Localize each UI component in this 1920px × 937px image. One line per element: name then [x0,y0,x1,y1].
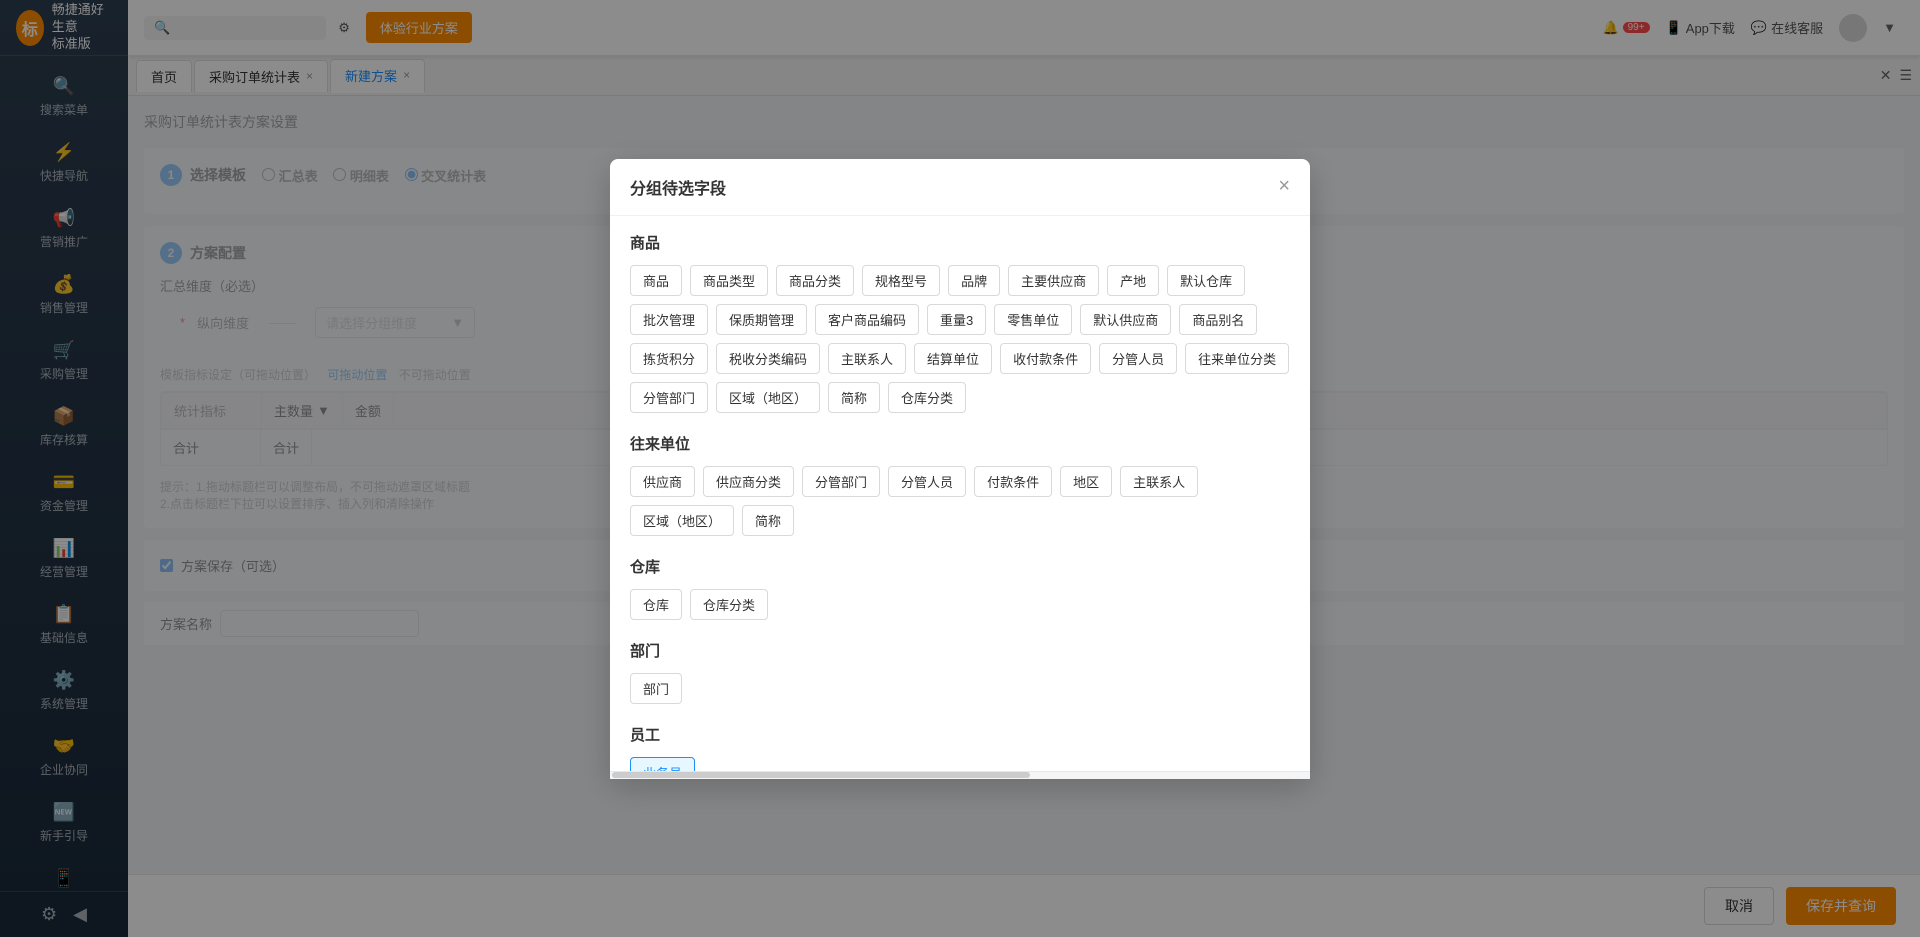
chip-batch-management[interactable]: 批次管理 [630,304,708,335]
chip-partner-category[interactable]: 往来单位分类 [1185,343,1289,374]
chip-warehouse[interactable]: 仓库 [630,589,682,620]
chip-origin[interactable]: 产地 [1107,265,1159,296]
chip-short-name[interactable]: 简称 [828,382,880,413]
modal-header: 分组待选字段 × [610,159,1310,216]
chip-weight3[interactable]: 重量3 [927,304,986,335]
modal-body: 商品 商品 商品类型 商品分类 规格型号 品牌 主要供应商 产地 默认仓库 批次… [610,216,1310,771]
modal-close-btn[interactable]: × [1278,175,1290,198]
partner-chips: 供应商 供应商分类 分管部门 分管人员 付款条件 地区 主联系人 区域（地区） … [630,466,1290,536]
chip-spec-model[interactable]: 规格型号 [862,265,940,296]
chip-partner-short-name[interactable]: 简称 [742,505,794,536]
chip-product[interactable]: 商品 [630,265,682,296]
product-section: 商品 商品 商品类型 商品分类 规格型号 品牌 主要供应商 产地 默认仓库 批次… [630,232,1290,413]
chip-retail-unit[interactable]: 零售单位 [994,304,1072,335]
warehouse-chips: 仓库 仓库分类 [630,589,1290,620]
department-chips: 部门 [630,673,1290,704]
chip-main-supplier[interactable]: 主要供应商 [1008,265,1099,296]
chip-payment-condition[interactable]: 付款条件 [974,466,1052,497]
chip-pick-score[interactable]: 拣货积分 [630,343,708,374]
chip-partner-contact[interactable]: 主联系人 [1120,466,1198,497]
chip-default-warehouse[interactable]: 默认仓库 [1167,265,1245,296]
product-section-title: 商品 [630,232,1290,253]
chip-main-contact[interactable]: 主联系人 [828,343,906,374]
chip-default-supplier[interactable]: 默认供应商 [1080,304,1171,335]
warehouse-section: 仓库 仓库 仓库分类 [630,556,1290,620]
chip-area[interactable]: 地区 [1060,466,1112,497]
chip-partner-dept[interactable]: 分管部门 [802,466,880,497]
modal-title: 分组待选字段 [630,175,726,199]
department-section-title: 部门 [630,640,1290,661]
partner-section: 往来单位 供应商 供应商分类 分管部门 分管人员 付款条件 地区 主联系人 区域… [630,433,1290,536]
chip-expiry-management[interactable]: 保质期管理 [716,304,807,335]
warehouse-section-title: 仓库 [630,556,1290,577]
chip-partner-manager[interactable]: 分管人员 [888,466,966,497]
chip-product-category[interactable]: 商品分类 [776,265,854,296]
employee-section-title: 员工 [630,724,1290,745]
chip-salesperson[interactable]: 业务员 [630,757,695,771]
chip-payment-terms[interactable]: 收付款条件 [1000,343,1091,374]
field-select-modal: 分组待选字段 × 商品 商品 商品类型 商品分类 规格型号 品牌 主要供应商 产… [610,159,1310,779]
partner-section-title: 往来单位 [630,433,1290,454]
chip-dept[interactable]: 分管部门 [630,382,708,413]
chip-product-type[interactable]: 商品类型 [690,265,768,296]
chip-supplier-category[interactable]: 供应商分类 [703,466,794,497]
chip-warehouse-category[interactable]: 仓库分类 [888,382,966,413]
product-chips: 商品 商品类型 商品分类 规格型号 品牌 主要供应商 产地 默认仓库 批次管理 … [630,265,1290,413]
chip-region[interactable]: 区域（地区） [716,382,820,413]
employee-chips: 业务员 [630,757,1290,771]
chip-partner-region[interactable]: 区域（地区） [630,505,734,536]
chip-warehouse-cat[interactable]: 仓库分类 [690,589,768,620]
chip-customer-code[interactable]: 客户商品编码 [815,304,919,335]
chip-product-alias[interactable]: 商品别名 [1179,304,1257,335]
chip-manager[interactable]: 分管人员 [1099,343,1177,374]
modal-hscroll-thumb[interactable] [612,772,1030,778]
chip-supplier[interactable]: 供应商 [630,466,695,497]
employee-section: 员工 业务员 [630,724,1290,771]
modal-horizontal-scrollbar[interactable] [610,771,1310,779]
chip-department[interactable]: 部门 [630,673,682,704]
chip-settlement-unit[interactable]: 结算单位 [914,343,992,374]
department-section: 部门 部门 [630,640,1290,704]
chip-brand[interactable]: 品牌 [948,265,1000,296]
chip-tax-code[interactable]: 税收分类编码 [716,343,820,374]
